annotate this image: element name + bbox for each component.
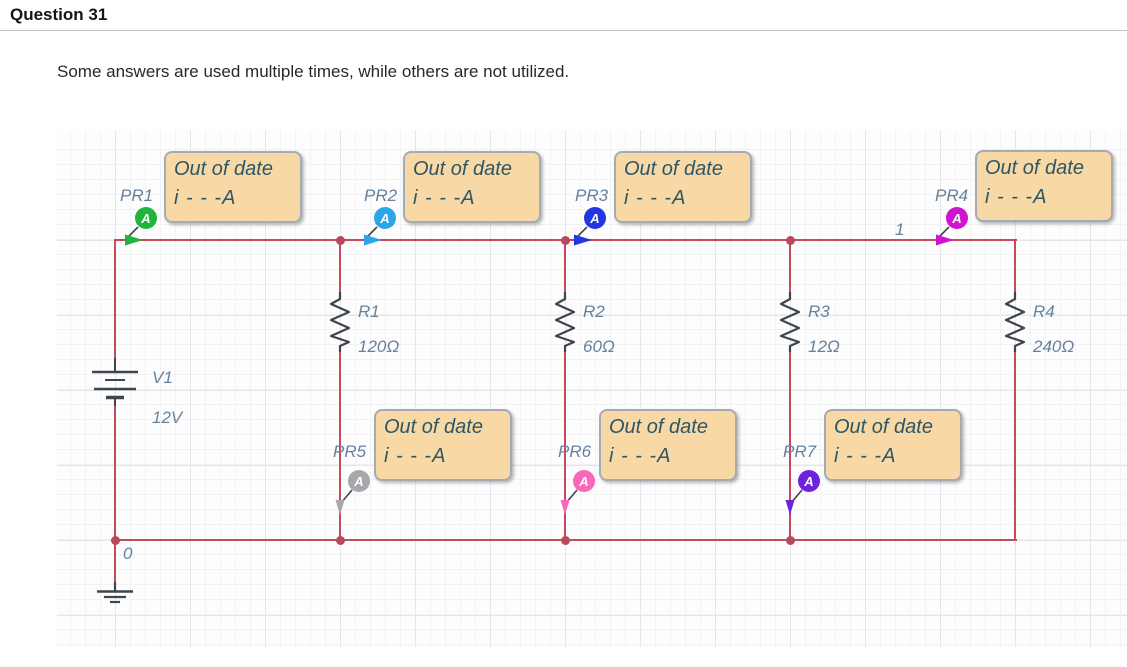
resistor-value-label: 60Ω [583, 337, 615, 356]
readout-status: Out of date [174, 158, 273, 180]
current-arrow-icon [364, 234, 382, 246]
probe-marker-pr1: A [116, 206, 164, 246]
resistor-value-label: 120Ω [358, 337, 400, 356]
probe-readout-pr7: Out of date i - - -A [824, 409, 962, 481]
current-arrow-icon [785, 500, 795, 515]
question-title: Question 31 [10, 5, 108, 24]
probe-label-pr4: PR4 [935, 186, 969, 205]
wire-right-upper [1014, 239, 1016, 293]
readout-current: i - - -A [624, 187, 687, 209]
readout-current: i - - -A [413, 187, 476, 209]
ammeter-badge: A [379, 211, 389, 226]
probe-readout-pr2: Out of date i - - -A [403, 151, 541, 223]
probe-readout-pr3: Out of date i - - -A [614, 151, 752, 223]
probe-marker-pr5: A [332, 467, 376, 515]
junction-dot [111, 536, 120, 545]
current-arrow-icon [125, 234, 143, 246]
source-ref-label: V1 [152, 368, 173, 387]
probe-label-pr7: PR7 [783, 442, 817, 461]
junction-dot [336, 236, 345, 245]
circuit-canvas: V1 12V R1 120Ω R2 60Ω R3 12Ω R4 240Ω 0 1… [57, 130, 1127, 647]
probe-readout-pr4: Out of date i - - -A [975, 150, 1113, 222]
current-arrow-icon [335, 500, 345, 515]
resistor-ref-label: R4 [1033, 302, 1055, 321]
probe-readout-pr1: Out of date i - - -A [164, 151, 302, 223]
readout-status: Out of date [624, 158, 723, 180]
current-arrow-icon [936, 234, 954, 246]
probe-label-pr6: PR6 [558, 442, 592, 461]
readout-current: i - - -A [174, 187, 237, 209]
resistor-ref-label: R3 [808, 302, 830, 321]
readout-status: Out of date [384, 416, 483, 438]
readout-current: i - - -A [834, 445, 897, 467]
probe-label-pr3: PR3 [575, 186, 609, 205]
readout-status: Out of date [834, 416, 933, 438]
readout-current: i - - -A [384, 445, 447, 467]
resistor-r2-symbol [553, 292, 577, 352]
resistor-value-label: 240Ω [1033, 337, 1075, 356]
ammeter-badge: A [803, 474, 813, 489]
ammeter-badge: A [578, 474, 588, 489]
probe-label-pr1: PR1 [120, 186, 154, 205]
resistor-ref-label: R1 [358, 302, 380, 321]
current-arrow-icon [560, 500, 570, 515]
readout-current: i - - -A [609, 445, 672, 467]
junction-dot [786, 536, 795, 545]
readout-status: Out of date [413, 158, 512, 180]
probe-marker-pr4: A [927, 206, 975, 246]
title-divider [0, 30, 1127, 31]
junction-dot [561, 536, 570, 545]
ammeter-badge: A [353, 474, 363, 489]
ground-icon [97, 582, 133, 606]
junction-dot [336, 536, 345, 545]
wire-right-lower [1014, 351, 1016, 541]
resistor-r1-symbol [328, 292, 352, 352]
resistor-r3-symbol [778, 292, 802, 352]
junction-dot [786, 236, 795, 245]
probe-label-pr2: PR2 [364, 186, 398, 205]
probe-label-pr5: PR5 [333, 442, 367, 461]
wire-left-lower [114, 402, 116, 541]
probe-marker-pr3: A [565, 206, 613, 246]
current-arrow-icon [574, 234, 592, 246]
resistor-r4-symbol [1003, 292, 1027, 352]
ammeter-badge: A [951, 211, 961, 226]
resistor-value-label: 12Ω [808, 337, 840, 356]
readout-current: i - - -A [985, 186, 1048, 208]
ammeter-badge: A [589, 211, 599, 226]
probe-readout-pr6: Out of date i - - -A [599, 409, 737, 481]
probe-readout-pr5: Out of date i - - -A [374, 409, 512, 481]
source-value-label: 12V [152, 408, 183, 427]
wire-ground-stub [114, 539, 116, 583]
wire-left-upper [114, 239, 116, 361]
voltage-source-symbol [90, 358, 140, 406]
probe-marker-pr6: A [557, 467, 601, 515]
instruction-text: Some answers are used multiple times, wh… [57, 62, 570, 81]
probe-marker-pr2: A [355, 206, 403, 246]
readout-status: Out of date [985, 157, 1084, 179]
probe-marker-pr7: A [782, 467, 826, 515]
branch-r2-wire-top [564, 239, 566, 293]
branch-r1-wire-top [339, 239, 341, 293]
branch-r3-wire-top [789, 239, 791, 293]
node-label-1: 1 [895, 220, 905, 239]
node-label-0: 0 [123, 544, 133, 563]
readout-status: Out of date [609, 416, 708, 438]
ammeter-badge: A [140, 211, 150, 226]
resistor-ref-label: R2 [583, 302, 605, 321]
